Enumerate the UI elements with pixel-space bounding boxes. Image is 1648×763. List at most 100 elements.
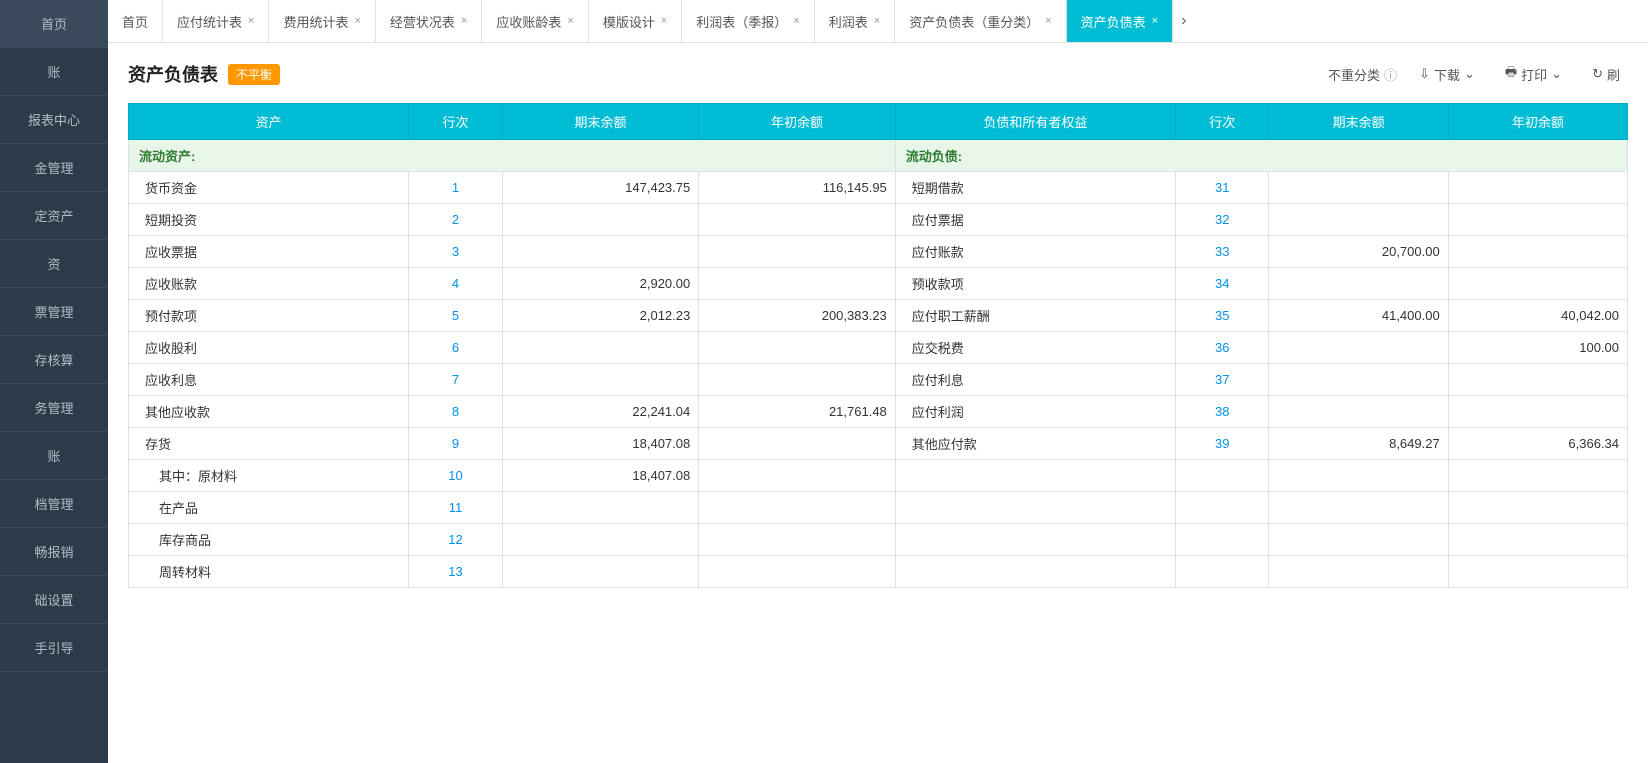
left-row-num: 7 xyxy=(409,364,502,396)
sidebar-item-inventory[interactable]: 存核算 xyxy=(0,336,108,384)
sidebar: 首页 账 报表中心 金管理 定资产 资 票管理 存核算 务管理 账 档管理 畅报… xyxy=(0,0,108,763)
tab-close-icon[interactable]: × xyxy=(874,15,880,27)
tab-label: 利润表 xyxy=(829,12,868,31)
tab-operations[interactable]: 经营状况表 × xyxy=(376,0,482,42)
right-item-name xyxy=(895,556,1175,588)
left-row-num: 2 xyxy=(409,204,502,236)
tab-close-icon[interactable]: × xyxy=(461,15,467,27)
right-row-num xyxy=(1176,524,1269,556)
sidebar-item-ledger[interactable]: 账 xyxy=(0,48,108,96)
left-begin-balance xyxy=(699,492,896,524)
tab-home[interactable]: 首页 xyxy=(108,0,163,42)
right-end-balance xyxy=(1269,268,1448,300)
tab-template-design[interactable]: 模版设计 × xyxy=(589,0,682,42)
left-end-balance xyxy=(502,332,699,364)
left-row-num: 4 xyxy=(409,268,502,300)
tab-expense-stat[interactable]: 费用统计表 × xyxy=(269,0,375,42)
tab-label: 应付统计表 xyxy=(177,12,242,31)
tab-income[interactable]: 利润表 × xyxy=(815,0,895,42)
left-begin-balance xyxy=(699,236,896,268)
left-item-name: 应收利息 xyxy=(129,364,409,396)
right-row-num: 38 xyxy=(1176,396,1269,428)
right-row-num: 36 xyxy=(1176,332,1269,364)
right-begin-balance xyxy=(1448,172,1627,204)
right-end-balance xyxy=(1269,556,1448,588)
sidebar-item-capital[interactable]: 资 xyxy=(0,240,108,288)
right-item-name: 应交税费 xyxy=(895,332,1175,364)
sidebar-item-fixed-assets[interactable]: 定资产 xyxy=(0,192,108,240)
tab-close-icon[interactable]: × xyxy=(1045,15,1051,27)
tab-close-icon[interactable]: × xyxy=(567,15,573,27)
page-actions: 不重分类 ⓘ ⇩ 下载 ⌄ 🖶 打印 ⌄ ↻ 刷 xyxy=(1328,59,1628,89)
tab-arrow-right[interactable]: › xyxy=(1173,12,1194,30)
sidebar-item-bill-mgmt[interactable]: 票管理 xyxy=(0,288,108,336)
balance-table: 资产 行次 期末余额 年初余额 负债和所有者权益 行次 期末余额 年初余额 流动… xyxy=(128,103,1628,588)
right-begin-balance xyxy=(1448,236,1627,268)
tab-close-icon[interactable]: × xyxy=(248,15,254,27)
tab-close-icon[interactable]: × xyxy=(354,15,360,27)
right-begin-balance xyxy=(1448,204,1627,236)
left-end-balance xyxy=(502,524,699,556)
print-button[interactable]: 🖶 打印 ⌄ xyxy=(1497,59,1570,89)
tab-close-icon[interactable]: × xyxy=(793,15,799,27)
left-row-num: 8 xyxy=(409,396,502,428)
sidebar-item-guide[interactable]: 手引导 xyxy=(0,624,108,672)
right-row-num xyxy=(1176,460,1269,492)
tab-close-icon[interactable]: × xyxy=(661,15,667,27)
right-begin-balance xyxy=(1448,492,1627,524)
sidebar-item-tax-mgmt[interactable]: 务管理 xyxy=(0,384,108,432)
right-row-num xyxy=(1176,556,1269,588)
right-item-name: 短期借款 xyxy=(895,172,1175,204)
left-item-name: 预付款项 xyxy=(129,300,409,332)
left-item-name: 其他应收款 xyxy=(129,396,409,428)
sidebar-item-settings[interactable]: 础设置 xyxy=(0,576,108,624)
left-end-balance xyxy=(502,556,699,588)
sidebar-item-home[interactable]: 首页 xyxy=(0,0,108,48)
left-row-num: 10 xyxy=(409,460,502,492)
table-row: 周转材料 13 xyxy=(129,556,1628,588)
left-begin-balance xyxy=(699,460,896,492)
sidebar-item-account[interactable]: 账 xyxy=(0,432,108,480)
tab-label: 资产负债表 xyxy=(1081,12,1146,31)
left-begin-balance xyxy=(699,332,896,364)
left-item-name: 在产品 xyxy=(129,492,409,524)
left-item-name: 应收股利 xyxy=(129,332,409,364)
section-left-label: 流动资产: xyxy=(129,140,896,172)
help-icon[interactable]: ⓘ xyxy=(1384,65,1397,84)
tab-balance-reclassified[interactable]: 资产负债表（重分类） × xyxy=(895,0,1066,42)
download-button[interactable]: ⇩ 下载 ⌄ xyxy=(1411,61,1483,88)
print-icon: 🖶 xyxy=(1505,63,1517,85)
refresh-label: 刷 xyxy=(1607,65,1620,84)
unbalanced-badge: 不平衡 xyxy=(228,64,280,85)
left-row-num: 11 xyxy=(409,492,502,524)
left-begin-balance xyxy=(699,364,896,396)
right-item-name: 应付票据 xyxy=(895,204,1175,236)
main-area: 首页 应付统计表 × 费用统计表 × 经营状况表 × 应收账龄表 × 模版设计 … xyxy=(108,0,1648,763)
right-end-balance xyxy=(1269,332,1448,364)
tab-balance-sheet[interactable]: 资产负债表 × xyxy=(1067,0,1173,42)
header-begin-balance-left: 年初余额 xyxy=(699,104,896,140)
refresh-button[interactable]: ↻ 刷 xyxy=(1584,61,1628,88)
sidebar-item-report-center[interactable]: 报表中心 xyxy=(0,96,108,144)
sidebar-item-fund-mgmt[interactable]: 金管理 xyxy=(0,144,108,192)
right-begin-balance: 100.00 xyxy=(1448,332,1627,364)
tab-income-quarterly[interactable]: 利润表（季报） × xyxy=(682,0,814,42)
tab-label: 费用统计表 xyxy=(283,12,348,31)
right-begin-balance xyxy=(1448,460,1627,492)
left-row-num: 13 xyxy=(409,556,502,588)
table-row: 应收股利 6 应交税费 36 100.00 xyxy=(129,332,1628,364)
left-begin-balance: 21,761.48 xyxy=(699,396,896,428)
left-end-balance xyxy=(502,236,699,268)
sidebar-item-archive[interactable]: 档管理 xyxy=(0,480,108,528)
sidebar-item-expense[interactable]: 畅报销 xyxy=(0,528,108,576)
header-row-num-left: 行次 xyxy=(409,104,502,140)
tab-receivables-aging[interactable]: 应收账龄表 × xyxy=(482,0,588,42)
tab-label: 模版设计 xyxy=(603,12,655,31)
tab-label: 利润表（季报） xyxy=(696,12,787,31)
tab-close-active-icon[interactable]: × xyxy=(1152,15,1158,27)
left-begin-balance xyxy=(699,524,896,556)
right-row-num: 39 xyxy=(1176,428,1269,460)
tab-payables-stat[interactable]: 应付统计表 × xyxy=(163,0,269,42)
right-row-num: 34 xyxy=(1176,268,1269,300)
left-begin-balance: 116,145.95 xyxy=(699,172,896,204)
